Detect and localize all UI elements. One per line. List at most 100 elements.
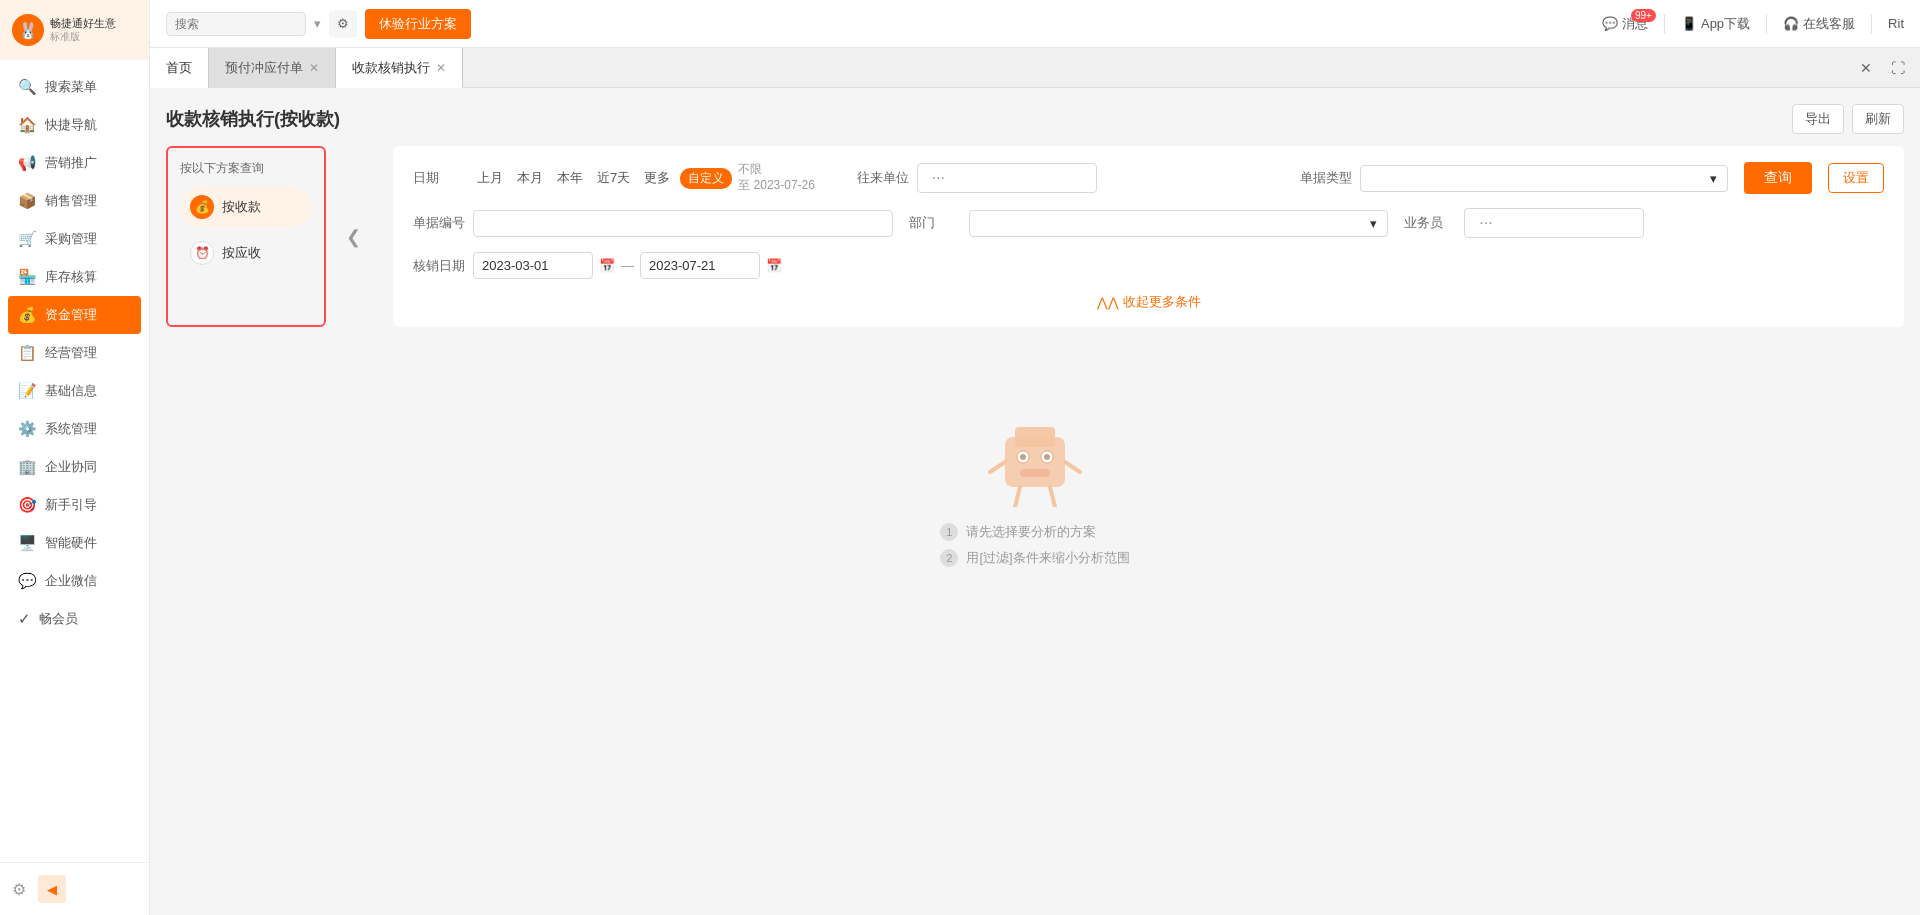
filter-collapse-button[interactable]: ❮ <box>338 146 369 327</box>
nav-icon-quick-nav: 🏠 <box>18 116 37 134</box>
close-tab-button[interactable]: ✕ <box>1852 54 1880 82</box>
filter-option-receipt-label: 按收款 <box>222 198 261 216</box>
date-prev-month[interactable]: 上月 <box>473 167 507 189</box>
sidebar-logo: 🐰 畅捷通好生意 标准版 <box>0 0 149 60</box>
dept-select[interactable]: ▾ <box>969 210 1389 237</box>
sidebar-item-marketing[interactable]: 📢 营销推广 <box>0 144 149 182</box>
filter-option-by-receivable[interactable]: ⏰ 按应收 <box>180 233 312 273</box>
nav-label-smart-hw: 智能硬件 <box>45 534 97 552</box>
counterpart-input[interactable]: ··· <box>917 163 1097 193</box>
sidebar-item-quick-nav[interactable]: 🏠 快捷导航 <box>0 106 149 144</box>
settings-small-button[interactable]: 设置 <box>1828 163 1884 193</box>
tip-num-1: 1 <box>940 523 958 541</box>
sidebar-item-basic-info[interactable]: 📝 基础信息 <box>0 372 149 410</box>
nav-icon-search: 🔍 <box>18 78 37 96</box>
nav-label-finance: 资金管理 <box>45 306 97 324</box>
tabbar: 首页预付冲应付单✕收款核销执行✕ ✕ ⛶ <box>150 48 1920 88</box>
sidebar-item-wechat[interactable]: 💬 企业微信 <box>0 562 149 600</box>
logo-title: 畅捷通好生意 <box>50 16 116 30</box>
sidebar-item-biz-mgmt[interactable]: 📋 经营管理 <box>0 334 149 372</box>
sidebar-item-inventory[interactable]: 🏪 库存核算 <box>0 258 149 296</box>
date-to-label: 至 2023-07-26 <box>738 178 815 194</box>
write-off-start-input[interactable] <box>473 252 593 279</box>
calendar-end-icon[interactable]: 📅 <box>766 258 782 273</box>
app-download-button[interactable]: 📱 App下载 <box>1681 15 1750 33</box>
message-button[interactable]: 💬 消息 99+ <box>1602 15 1648 33</box>
nav-label-purchase: 采购管理 <box>45 230 97 248</box>
settings-icon[interactable]: ⚙ <box>12 880 26 899</box>
write-off-end-input[interactable] <box>640 252 760 279</box>
empty-tips: 1 请先选择要分析的方案 2 用[过滤]条件来缩小分析范围 <box>940 523 1129 567</box>
write-off-date-field: 核销日期 📅 — 📅 <box>413 252 1884 279</box>
expand-button[interactable]: ⛶ <box>1884 54 1912 82</box>
chevron-down-dept-icon: ▾ <box>1370 216 1377 231</box>
nav-label-basic-info: 基础信息 <box>45 382 97 400</box>
divider <box>1664 14 1665 34</box>
sidebar-item-finance[interactable]: 💰 资金管理 <box>8 296 141 334</box>
calendar-start-icon[interactable]: 📅 <box>599 258 615 273</box>
tab-home[interactable]: 首页 <box>150 48 209 88</box>
nav-icon-purchase: 🛒 <box>18 230 37 248</box>
logo-icon: 🐰 <box>12 14 44 46</box>
nav-label-marketing: 营销推广 <box>45 154 97 172</box>
query-form: 日期 上月 本月 本年 近7天 更多 自定义 不限 至 2023-07-26 <box>393 146 1904 327</box>
filter-sidebar-title: 按以下方案查询 <box>180 160 312 177</box>
tab-receipt-write-off[interactable]: 收款核销执行✕ <box>336 48 463 88</box>
sidebar-item-smart-hw[interactable]: 🖥️ 智能硬件 <box>0 524 149 562</box>
date-7days[interactable]: 近7天 <box>593 167 634 189</box>
search-input[interactable] <box>166 12 306 36</box>
export-button[interactable]: 导出 <box>1792 104 1844 134</box>
empty-tip-2: 2 用[过滤]条件来缩小分析范围 <box>940 549 1129 567</box>
date-separator: — <box>621 258 634 273</box>
online-service-button[interactable]: 🎧 在线客服 <box>1783 15 1855 33</box>
salesperson-field: 业务员 ··· <box>1404 208 1884 238</box>
sidebar-item-member[interactable]: ✓ 畅会员 <box>0 600 149 638</box>
sidebar-item-guide[interactable]: 🎯 新手引导 <box>0 486 149 524</box>
doc-type-select[interactable]: ▾ <box>1360 165 1728 192</box>
close-tab-prepay-write-off[interactable]: ✕ <box>309 61 319 75</box>
sidebar-item-sales[interactable]: 📦 销售管理 <box>0 182 149 220</box>
svg-point-5 <box>1044 454 1050 460</box>
filter-option-by-receipt[interactable]: 💰 按收款 <box>180 187 312 227</box>
counterpart-label: 往来单位 <box>857 169 909 187</box>
svg-line-10 <box>1050 487 1055 507</box>
doc-no-input[interactable] <box>473 210 893 237</box>
refresh-button[interactable]: 刷新 <box>1852 104 1904 134</box>
close-tab-receipt-write-off[interactable]: ✕ <box>436 61 446 75</box>
tabbar-actions: ✕ ⛶ <box>1852 54 1920 82</box>
date-this-year[interactable]: 本年 <box>553 167 587 189</box>
chevron-down-doc-icon: ▾ <box>1710 171 1717 186</box>
industry-solution-button[interactable]: 休验行业方案 <box>365 9 471 39</box>
nav-icon-enterprise: 🏢 <box>18 458 37 476</box>
sidebar-item-purchase[interactable]: 🛒 采购管理 <box>0 220 149 258</box>
topbar-right: 💬 消息 99+ 📱 App下载 🎧 在线客服 Rit <box>1602 14 1904 34</box>
main-area: ▾ ⚙ 休验行业方案 💬 消息 99+ 📱 App下载 🎧 在线客服 Rit <box>150 0 1920 915</box>
query-button[interactable]: 查询 <box>1744 162 1812 194</box>
tab-label-home: 首页 <box>166 59 192 77</box>
gear-icon[interactable]: ⚙ <box>329 10 357 38</box>
tab-prepay-write-off[interactable]: 预付冲应付单✕ <box>209 48 336 88</box>
page-header: 收款核销执行(按收款) 导出 刷新 <box>166 104 1904 134</box>
user-name[interactable]: Rit <box>1888 16 1904 31</box>
logo-text-block: 畅捷通好生意 标准版 <box>50 16 116 44</box>
nav-label-enterprise: 企业协同 <box>45 458 97 476</box>
empty-robot-illustration <box>985 407 1085 507</box>
svg-point-4 <box>1020 454 1026 460</box>
filter-option-receivable-label: 按应收 <box>222 244 261 262</box>
nav-icon-inventory: 🏪 <box>18 268 37 286</box>
collapse-more-button[interactable]: ⋀⋀ 收起更多条件 <box>413 293 1884 311</box>
chevron-down-icon[interactable]: ▾ <box>314 16 321 31</box>
sidebar-item-search[interactable]: 🔍 搜索菜单 <box>0 68 149 106</box>
date-label: 日期 <box>413 169 465 187</box>
sidebar-item-sys-mgmt[interactable]: ⚙️ 系统管理 <box>0 410 149 448</box>
nav-icon-basic-info: 📝 <box>18 382 37 400</box>
nav-label-member: 畅会员 <box>39 610 78 628</box>
collapse-sidebar-button[interactable]: ◀ <box>38 875 66 903</box>
nav-icon-wechat: 💬 <box>18 572 37 590</box>
date-this-month[interactable]: 本月 <box>513 167 547 189</box>
sidebar-item-enterprise[interactable]: 🏢 企业协同 <box>0 448 149 486</box>
three-dots-salesperson-icon: ··· <box>1479 214 1492 232</box>
date-custom-button[interactable]: 自定义 <box>680 168 732 189</box>
date-more[interactable]: 更多 <box>640 167 674 189</box>
salesperson-input[interactable]: ··· <box>1464 208 1644 238</box>
